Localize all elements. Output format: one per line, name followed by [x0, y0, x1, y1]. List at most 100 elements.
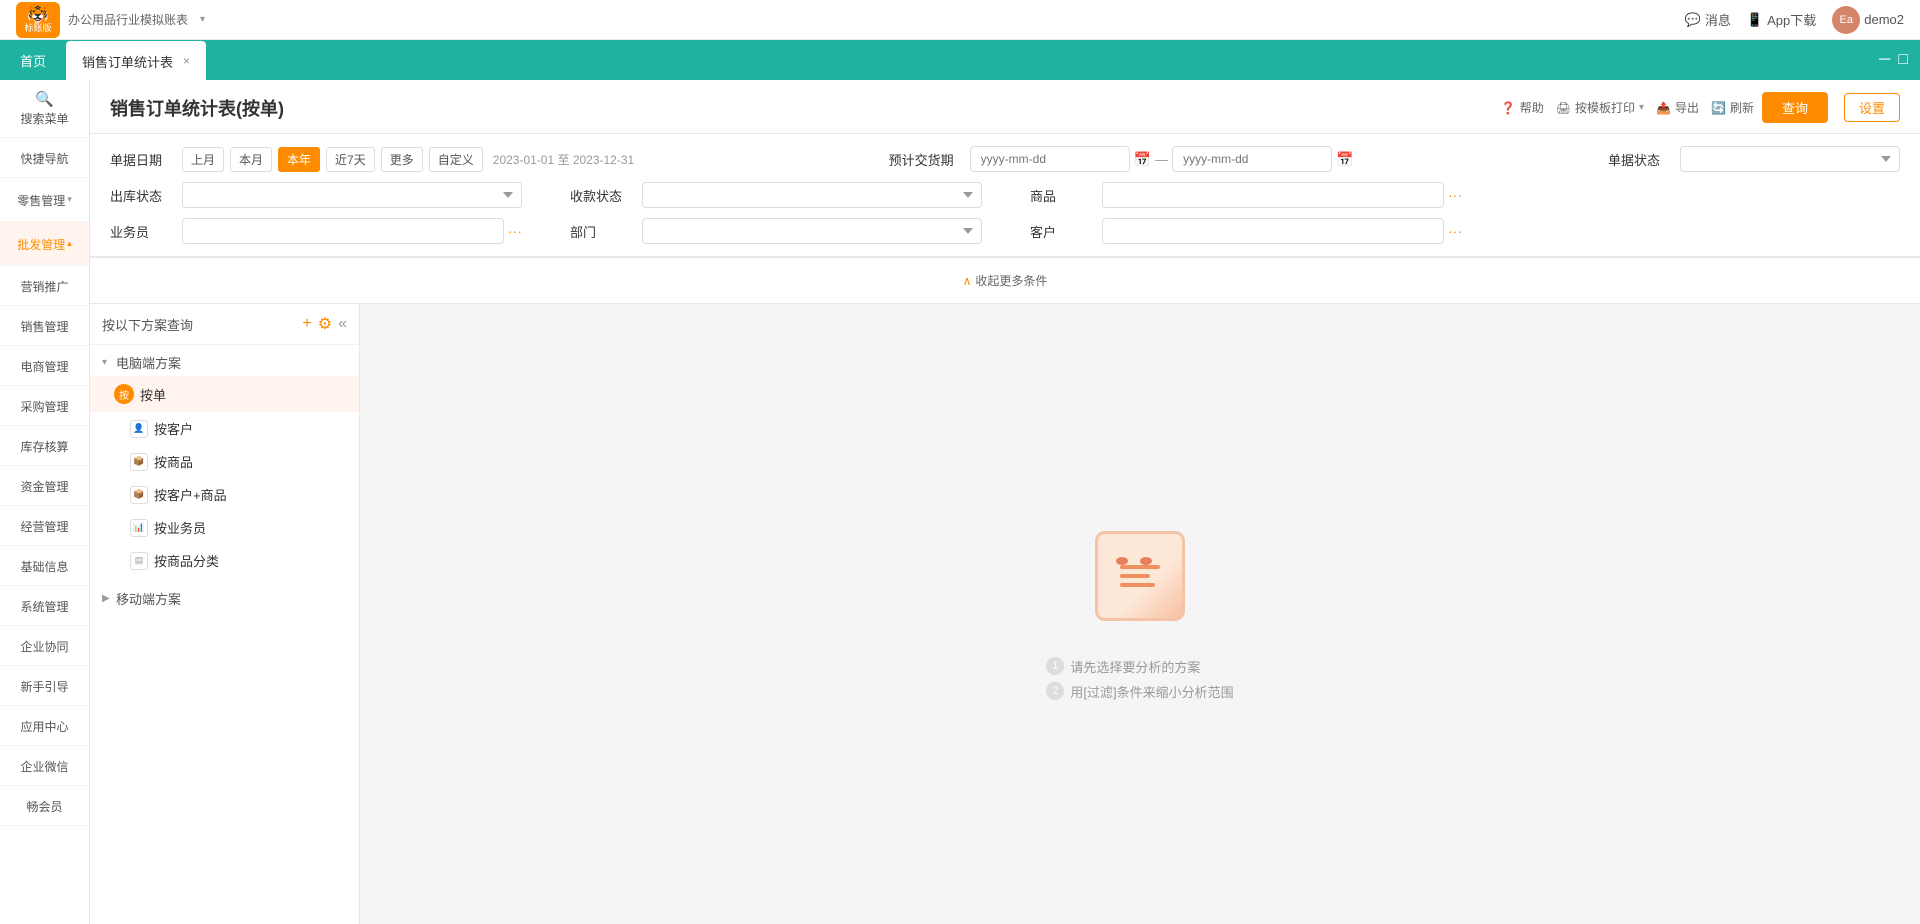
sidebar-item-wechat[interactable]: 企业微信 [0, 746, 89, 786]
dept-label: 部门 [570, 222, 626, 241]
sidebar-item-marketing[interactable]: 营销推广 [0, 266, 89, 306]
dept-select[interactable] [642, 218, 982, 244]
this-month-btn[interactable]: 本月 [230, 147, 272, 172]
window-min-icon[interactable]: ─ [1879, 51, 1890, 69]
empty-image [1080, 521, 1200, 641]
sidebar-item-inventory[interactable]: 库存核算 [0, 426, 89, 466]
filter-row-2: 出库状态 收款状态 商品 ··· [110, 182, 1900, 208]
tree-section-mobile[interactable]: ▶ 移动端方案 [90, 581, 359, 612]
tab-close-icon[interactable]: × [183, 54, 190, 68]
sidebar-item-system[interactable]: 系统管理 [0, 586, 89, 626]
sidebar-item-wholesale[interactable]: 批发管理 ▴ [0, 222, 89, 266]
last7-btn[interactable]: 近7天 [326, 147, 375, 172]
ship-status-select[interactable] [182, 182, 522, 208]
sidebar-item-search[interactable]: 🔍 搜索菜单 [0, 80, 89, 138]
panel-settings-button[interactable]: ⚙ [318, 314, 332, 334]
salesman-input[interactable] [182, 218, 504, 244]
help-button[interactable]: ❓ 帮助 [1501, 99, 1544, 116]
settings-button[interactable]: 设置 [1844, 93, 1900, 122]
sidebar-item-quick[interactable]: 快捷导航 [0, 138, 89, 178]
this-year-btn[interactable]: 本年 [278, 147, 320, 172]
expected-date-start[interactable] [970, 146, 1130, 172]
refresh-button[interactable]: 🔄 刷新 [1711, 99, 1754, 116]
sidebar-item-retail[interactable]: 零售管理 ▾ [0, 178, 89, 222]
search-icon: 🔍 [35, 90, 54, 108]
sidebar-item-operations[interactable]: 经营管理 [0, 506, 89, 546]
collapse-button[interactable]: ∧ 收起更多条件 [947, 266, 1064, 295]
salesman-more-icon[interactable]: ··· [508, 223, 522, 239]
tree-goods-cat-icon: ▤ [130, 552, 148, 570]
sidebar-enterprise-label: 企业协同 [20, 638, 68, 655]
tree-item-goods[interactable]: 📦 按商品 [118, 445, 359, 478]
top-bar-left: 🐯 标账版 办公用品行业模拟账表 ▾ [16, 2, 205, 38]
sidebar-item-newbie[interactable]: 新手引导 [0, 666, 89, 706]
tree-item-salesman[interactable]: 📊 按业务员 [118, 511, 359, 544]
tree-item-order[interactable]: 按 按单 [90, 376, 359, 412]
sidebar-item-basic[interactable]: 基础信息 [0, 546, 89, 586]
last-month-btn[interactable]: 上月 [182, 147, 224, 172]
panel-collapse-button[interactable]: « [338, 315, 347, 333]
ship-status-wrap [182, 182, 522, 208]
right-panel: 1 请先选择要分析的方案 2 用[过滤]条件来缩小分析范围 [360, 304, 1920, 924]
user-menu[interactable]: Ea demo2 [1832, 6, 1904, 34]
more-btn[interactable]: 更多 [381, 147, 423, 172]
dept-wrap [642, 218, 982, 244]
sidebar-item-sales[interactable]: 销售管理 [0, 306, 89, 346]
goods-filter-label: 商品 [1030, 186, 1086, 205]
status-select[interactable] [1680, 146, 1900, 172]
app-download-button[interactable]: 📱 App下载 [1747, 10, 1816, 29]
hint-step1-text: 请先选择要分析的方案 [1070, 657, 1200, 676]
tab-bar-end: ─ □ [1879, 51, 1920, 69]
message-button[interactable]: 💬 消息 [1685, 10, 1731, 29]
top-bar-right: 💬 消息 📱 App下载 Ea demo2 [1685, 6, 1904, 34]
sidebar-inventory-label: 库存核算 [20, 438, 68, 455]
print-button[interactable]: 🖨 按模板打印 ▾ [1556, 99, 1644, 116]
tree-item-customer-goods[interactable]: 📦 按客户+商品 [118, 478, 359, 511]
expected-date-end[interactable] [1172, 146, 1332, 172]
tab-home[interactable]: 首页 [0, 40, 66, 80]
customer-input[interactable] [1102, 218, 1444, 244]
goods-input[interactable] [1102, 182, 1444, 208]
export-button[interactable]: 📤 导出 [1656, 99, 1699, 116]
sidebar-search-label: 搜索菜单 [20, 110, 68, 127]
expected-date-label: 预计交货期 [889, 150, 954, 169]
content-area: 销售订单统计表(按单) ❓ 帮助 🖨 按模板打印 ▾ 📤 导出 [90, 80, 1920, 924]
avatar: Ea [1832, 6, 1860, 34]
sidebar-item-purchase[interactable]: 采购管理 [0, 386, 89, 426]
sidebar-item-member[interactable]: 畅会员 [0, 786, 89, 826]
sidebar-wholesale-label: 批发管理 [17, 236, 65, 253]
sidebar-item-app-center[interactable]: 应用中心 [0, 706, 89, 746]
print-dropdown-icon[interactable]: ▾ [1639, 102, 1644, 113]
tree-section-pc[interactable]: ▾ 电脑端方案 [90, 345, 359, 376]
sidebar-operations-label: 经营管理 [20, 518, 68, 535]
tab-sales-order[interactable]: 销售订单统计表 × [66, 41, 206, 81]
tree-customer-label: 按客户 [154, 419, 193, 438]
export-label: 导出 [1675, 99, 1699, 116]
sidebar-wechat-label: 企业微信 [20, 758, 68, 775]
tree-salesman-icon: 📊 [130, 519, 148, 537]
tree-mobile-expand-icon: ▶ [102, 593, 116, 604]
tree-children: 👤 按客户 📦 按商品 📦 按客户+商品 📊 按业务员 [90, 412, 359, 577]
sidebar-item-enterprise[interactable]: 企业协同 [0, 626, 89, 666]
panel-add-button[interactable]: + [302, 315, 311, 333]
calendar-start-icon[interactable]: 📅 [1134, 151, 1151, 168]
sidebar-finance-label: 资金管理 [20, 478, 68, 495]
tree-goods-cat-label: 按商品分类 [154, 551, 219, 570]
tree-item-goods-cat[interactable]: ▤ 按商品分类 [118, 544, 359, 577]
pay-status-select[interactable] [642, 182, 982, 208]
tab-sales-order-label: 销售订单统计表 [82, 52, 173, 71]
empty-hint-text: 1 请先选择要分析的方案 2 用[过滤]条件来缩小分析范围 [1046, 657, 1233, 707]
window-max-icon[interactable]: □ [1898, 51, 1908, 69]
query-button[interactable]: 查询 [1762, 92, 1828, 123]
customer-more-icon[interactable]: ··· [1448, 223, 1462, 239]
print-label: 按模板打印 [1575, 99, 1635, 116]
sidebar-item-ecommerce[interactable]: 电商管理 [0, 346, 89, 386]
sidebar-item-finance[interactable]: 资金管理 [0, 466, 89, 506]
app-title-dropdown-icon[interactable]: ▾ [200, 14, 205, 25]
custom-btn[interactable]: 自定义 [429, 147, 483, 172]
calendar-end-icon[interactable]: 📅 [1336, 151, 1353, 168]
goods-more-icon[interactable]: ··· [1448, 187, 1462, 203]
hint-step-1: 1 请先选择要分析的方案 [1046, 657, 1233, 676]
tree-item-customer[interactable]: 👤 按客户 [118, 412, 359, 445]
tree-order-label: 按单 [140, 385, 166, 404]
